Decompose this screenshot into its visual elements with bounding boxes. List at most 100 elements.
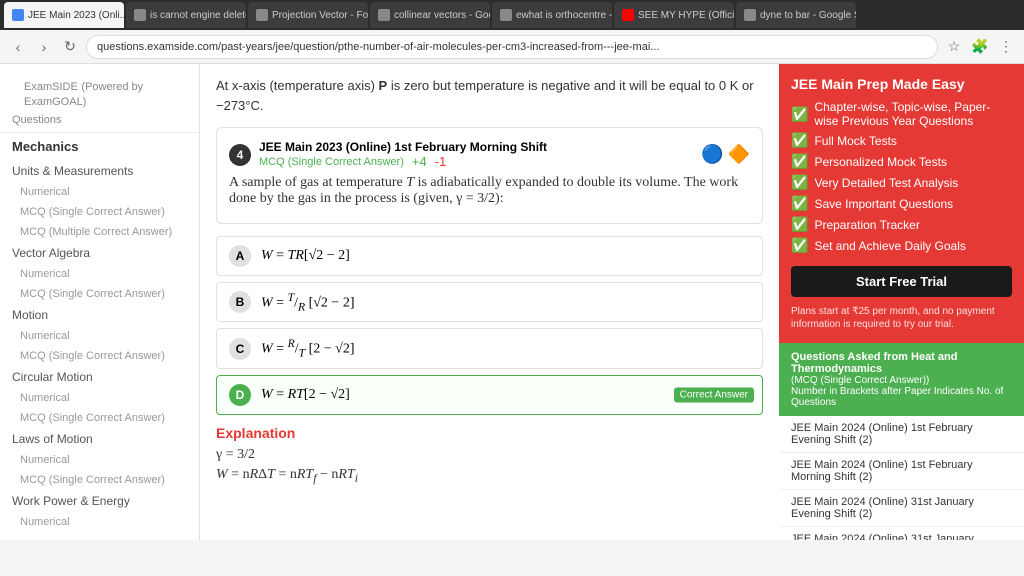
main-layout: ExamSIDE (Powered by ExamGOAL) Questions… bbox=[0, 64, 1024, 540]
tab-label-4: collinear vectors - Googl... bbox=[394, 10, 490, 21]
tab-4[interactable]: collinear vectors - Googl... bbox=[370, 2, 490, 28]
forward-button[interactable]: › bbox=[34, 37, 54, 57]
tab-label-2: is carnot engine deleted bbox=[150, 10, 246, 21]
sidebar-item-vector[interactable]: Vector Algebra bbox=[0, 242, 199, 264]
check-icon-4: ✅ bbox=[791, 174, 808, 191]
sidebar-item-numerical-4[interactable]: Numerical bbox=[0, 388, 199, 408]
prep-item-6: ✅ Preparation Tracker bbox=[791, 216, 1012, 233]
prep-item-label-4: Very Detailed Test Analysis bbox=[814, 176, 958, 190]
option-c[interactable]: C W = R/T [2 − √2] bbox=[216, 328, 763, 368]
prep-item-label-7: Set and Achieve Daily Goals bbox=[814, 239, 965, 253]
correct-badge: Correct Answer bbox=[674, 387, 754, 402]
check-icon-2: ✅ bbox=[791, 132, 808, 149]
check-icon-1: ✅ bbox=[791, 106, 808, 123]
tab-favicon-7 bbox=[744, 9, 756, 21]
tab-favicon-3 bbox=[256, 9, 268, 21]
tab-5[interactable]: ewhat is orthocentre - G... bbox=[492, 2, 612, 28]
tab-7[interactable]: dyne to bar - Google Sea... bbox=[736, 2, 856, 28]
option-text-d: W = RT[2 − √2] bbox=[261, 387, 350, 403]
prep-note: Plans start at ₹25 per month, and no pay… bbox=[791, 305, 1012, 331]
questions-section-sub: (MCQ (Single Correct Answer)) bbox=[791, 375, 1012, 386]
prep-item-2: ✅ Full Mock Tests bbox=[791, 132, 1012, 149]
menu-button[interactable]: ⋮ bbox=[996, 37, 1016, 57]
question-box: 4 JEE Main 2023 (Online) 1st February Mo… bbox=[216, 127, 763, 224]
prep-item-label-6: Preparation Tracker bbox=[814, 218, 919, 232]
marks-negative: -1 bbox=[435, 154, 447, 169]
explanation-label: Explanation bbox=[216, 425, 763, 441]
option-letter-b: B bbox=[229, 291, 251, 313]
tab-favicon-5 bbox=[500, 9, 512, 21]
extensions-button[interactable]: 🧩 bbox=[970, 37, 990, 57]
sidebar-item-motion[interactable]: Motion bbox=[0, 304, 199, 326]
question-number: 4 bbox=[229, 144, 251, 166]
tab-favicon-6 bbox=[622, 9, 634, 21]
question-link-1[interactable]: JEE Main 2024 (Online) 1st February Even… bbox=[779, 416, 1024, 453]
start-free-trial-button[interactable]: Start Free Trial bbox=[791, 266, 1012, 297]
sidebar-section-label: Questions bbox=[12, 114, 187, 130]
tab-favicon bbox=[12, 9, 24, 21]
prep-item-label-2: Full Mock Tests bbox=[814, 134, 896, 148]
bookmark-button[interactable]: ☆ bbox=[944, 37, 964, 57]
reload-button[interactable]: ↻ bbox=[60, 37, 80, 57]
option-b[interactable]: B W = T/R [√2 − 2] bbox=[216, 282, 763, 322]
sidebar-item-mcq-single-5[interactable]: MCQ (Single Correct Answer) bbox=[0, 470, 199, 490]
prep-item-label-5: Save Important Questions bbox=[814, 197, 953, 211]
marks-positive: +4 bbox=[412, 154, 427, 169]
prep-item-label-1: Chapter-wise, Topic-wise, Paper-wise Pre… bbox=[814, 100, 1012, 128]
sidebar-item-numerical-1[interactable]: Numerical bbox=[0, 182, 199, 202]
questions-section-note: Number in Brackets after Paper Indicates… bbox=[791, 386, 1012, 408]
option-letter-c: C bbox=[229, 338, 251, 360]
check-icon-6: ✅ bbox=[791, 216, 808, 233]
tab-label-5: ewhat is orthocentre - G... bbox=[516, 10, 612, 21]
sidebar-item-mcq-single-4[interactable]: MCQ (Single Correct Answer) bbox=[0, 408, 199, 428]
sidebar-item-mcq-single-3[interactable]: MCQ (Single Correct Answer) bbox=[0, 346, 199, 366]
sidebar-item-numerical-6[interactable]: Numerical bbox=[0, 512, 199, 532]
url-text: questions.examside.com/past-years/jee/qu… bbox=[97, 41, 659, 53]
check-icon-5: ✅ bbox=[791, 195, 808, 212]
sidebar-section-mechanics: Mechanics bbox=[0, 133, 199, 160]
tab-3[interactable]: Projection Vector - Form... bbox=[248, 2, 368, 28]
question-link-3[interactable]: JEE Main 2024 (Online) 31st January Even… bbox=[779, 490, 1024, 527]
back-button[interactable]: ‹ bbox=[8, 37, 28, 57]
sidebar-item-mcq-single-1[interactable]: MCQ (Single Correct Answer) bbox=[0, 202, 199, 222]
tab-label-7: dyne to bar - Google Sea... bbox=[760, 10, 856, 21]
work-equation: W = nRΔT = nRTf − nRTi bbox=[216, 467, 763, 485]
tab-6[interactable]: SEE MY HYPE (Official Vi... bbox=[614, 2, 734, 28]
question-type: MCQ (Single Correct Answer) bbox=[259, 156, 404, 168]
question-link-2[interactable]: JEE Main 2024 (Online) 1st February Morn… bbox=[779, 453, 1024, 490]
prep-item-7: ✅ Set and Achieve Daily Goals bbox=[791, 237, 1012, 254]
sidebar-item-laws[interactable]: Laws of Motion bbox=[0, 428, 199, 450]
tab-label-6: SEE MY HYPE (Official Vi... bbox=[638, 10, 734, 21]
brand-name: ExamSIDE bbox=[24, 81, 78, 93]
sidebar-item-circular[interactable]: Circular Motion bbox=[0, 366, 199, 388]
option-text-c: W = R/T [2 − √2] bbox=[261, 337, 354, 359]
option-d[interactable]: D W = RT[2 − √2] Correct Answer bbox=[216, 375, 763, 415]
prep-item-3: ✅ Personalized Mock Tests bbox=[791, 153, 1012, 170]
sidebar-item-numerical-2[interactable]: Numerical bbox=[0, 264, 199, 284]
option-a[interactable]: A W = TR[√2 − 2] bbox=[216, 236, 763, 276]
prep-card: JEE Main Prep Made Easy ✅ Chapter-wise, … bbox=[779, 64, 1024, 343]
tab-bar: JEE Main 2023 (Onli... is carnot engine … bbox=[0, 0, 1024, 30]
option-letter-d: D bbox=[229, 384, 251, 406]
prep-item-1: ✅ Chapter-wise, Topic-wise, Paper-wise P… bbox=[791, 100, 1012, 128]
check-icon-3: ✅ bbox=[791, 153, 808, 170]
sidebar-item-numerical-3[interactable]: Numerical bbox=[0, 326, 199, 346]
sidebar-item-work-power[interactable]: Work Power & Energy bbox=[0, 490, 199, 512]
prep-item-label-3: Personalized Mock Tests bbox=[814, 155, 947, 169]
sidebar-item-numerical-5[interactable]: Numerical bbox=[0, 450, 199, 470]
question-header: 4 JEE Main 2023 (Online) 1st February Mo… bbox=[229, 140, 750, 169]
question-link-4[interactable]: JEE Main 2024 (Online) 31st January Morn… bbox=[779, 527, 1024, 540]
tab-2[interactable]: is carnot engine deleted bbox=[126, 2, 246, 28]
tab-active[interactable]: JEE Main 2023 (Onli... bbox=[4, 2, 124, 28]
sidebar-item-units[interactable]: Units & Measurements bbox=[0, 160, 199, 182]
questions-section-title: Questions Asked from Heat and Thermodyna… bbox=[791, 351, 1012, 375]
option-text-a: W = TR[√2 − 2] bbox=[261, 248, 350, 264]
prep-item-5: ✅ Save Important Questions bbox=[791, 195, 1012, 212]
sidebar-item-mcq-multi-1[interactable]: MCQ (Multiple Correct Answer) bbox=[0, 222, 199, 242]
question-exam: JEE Main 2023 (Online) 1st February Morn… bbox=[259, 140, 547, 154]
prep-item-4: ✅ Very Detailed Test Analysis bbox=[791, 174, 1012, 191]
address-bar[interactable]: questions.examside.com/past-years/jee/qu… bbox=[86, 35, 938, 59]
sidebar-item-mcq-single-2[interactable]: MCQ (Single Correct Answer) bbox=[0, 284, 199, 304]
right-panel: JEE Main Prep Made Easy ✅ Chapter-wise, … bbox=[779, 64, 1024, 540]
tab-favicon-2 bbox=[134, 9, 146, 21]
